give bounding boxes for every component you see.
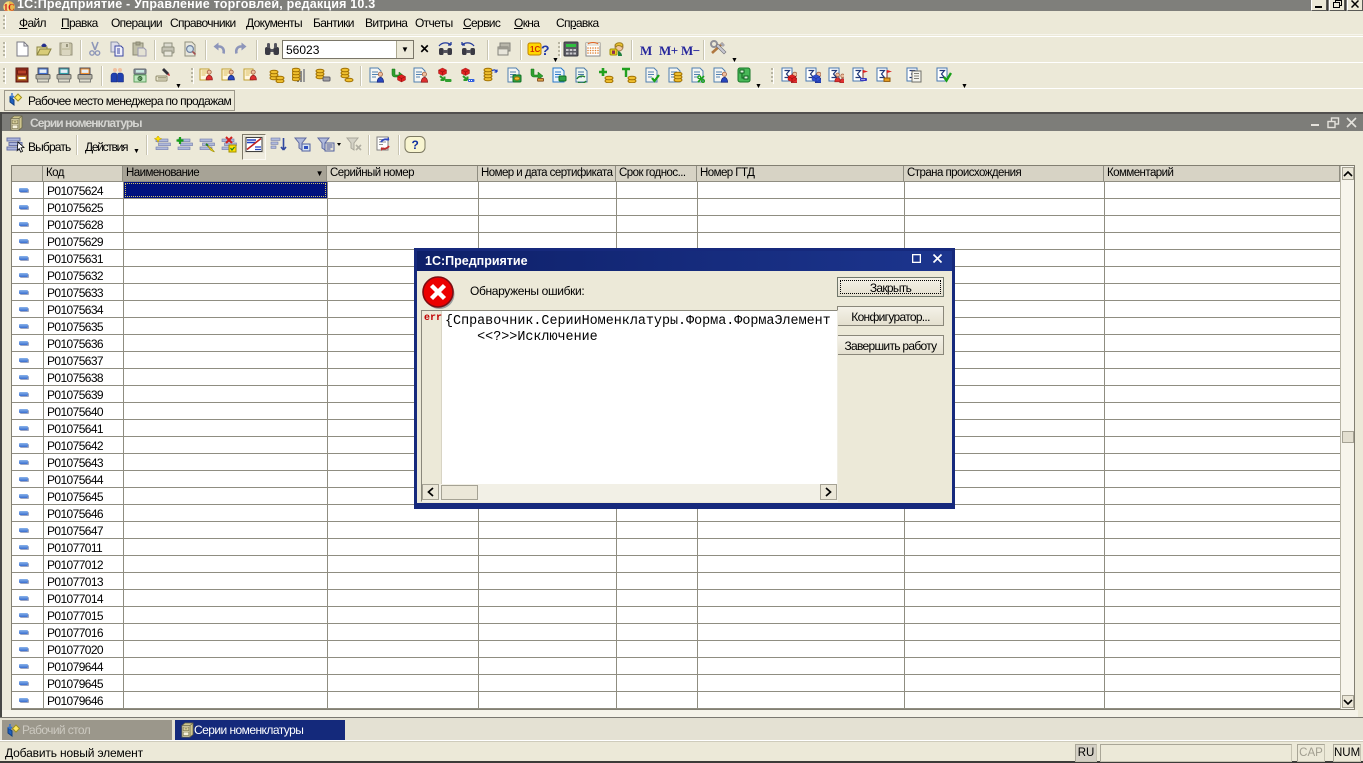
svg-text:?: ?	[541, 42, 550, 57]
svg-text:1С: 1С	[4, 3, 15, 11]
svg-text:1C: 1C	[530, 45, 540, 54]
svg-text:$: $	[139, 77, 142, 83]
svg-text:?: ?	[412, 138, 419, 152]
